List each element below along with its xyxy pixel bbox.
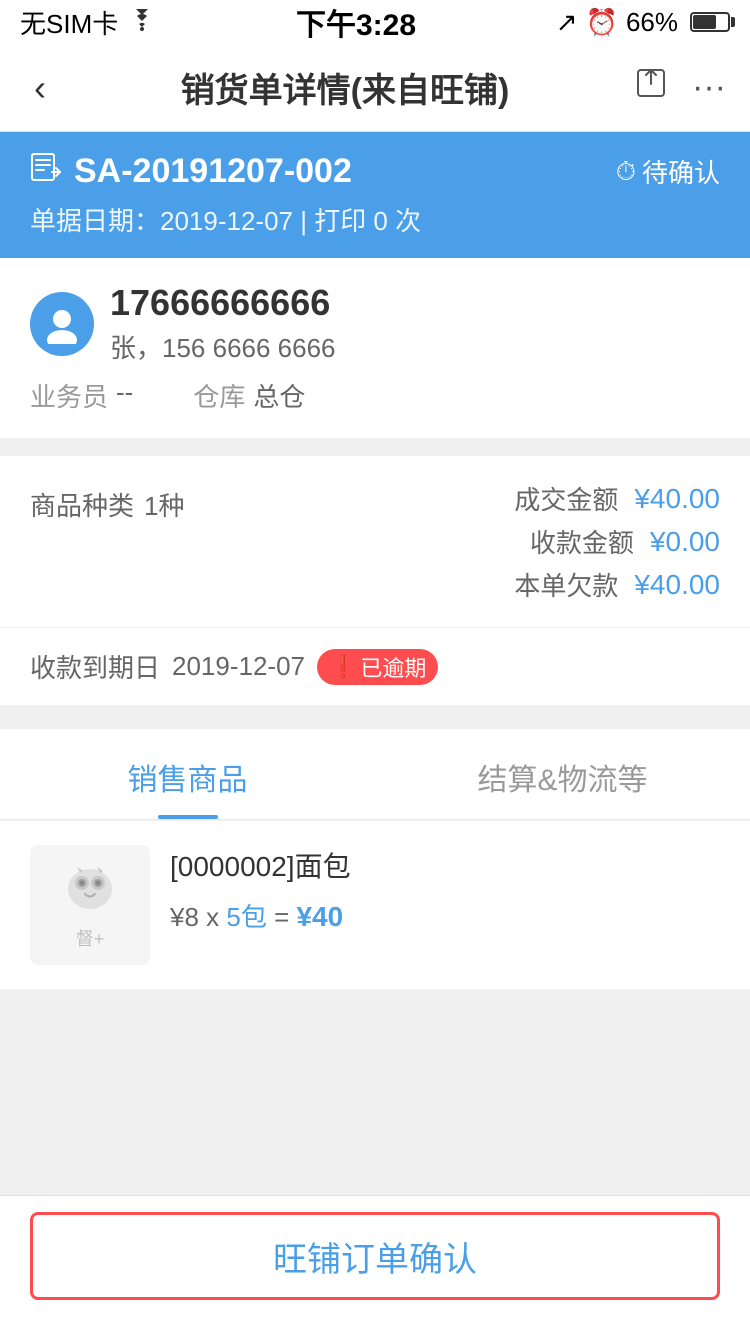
tab-settlement[interactable]: 结算&物流等 <box>375 729 750 819</box>
order-status-badge: ⏱ 待确认 <box>616 153 720 190</box>
back-button[interactable]: ‹ <box>24 57 56 119</box>
received-label: 收款金额 <box>530 523 634 560</box>
wifi-icon <box>128 7 156 38</box>
transaction-value: ¥40.00 <box>634 483 720 515</box>
amounts-section: 商品种类 1种 成交金额 ¥40.00 收款金额 ¥0.00 本单欠款 ¥40.… <box>0 455 750 628</box>
product-types-value: 1种 <box>144 486 184 523</box>
status-bar: 无SIM卡 下午3:28 ↗ ⏰ 66% <box>0 0 750 44</box>
product-total: ¥40 <box>296 901 343 932</box>
product-equals: = <box>267 902 297 932</box>
salesperson-value: -- <box>116 377 133 414</box>
salesperson-label: 业务员 <box>30 377 108 414</box>
overdue-text: 已逾期 <box>360 651 426 683</box>
due-date-value: 2019-12-07 <box>172 651 305 682</box>
carrier-text: 无SIM卡 <box>20 4 118 41</box>
avatar <box>30 292 94 356</box>
product-types-label: 商品种类 <box>30 486 134 523</box>
product-logo-owl <box>60 859 120 921</box>
nav-actions: ··· <box>634 66 726 109</box>
share-icon[interactable] <box>634 66 668 109</box>
customer-phone: 17666666666 <box>110 282 336 324</box>
transaction-label: 成交金额 <box>514 480 618 517</box>
product-section: 督+ [0000002]面包 ¥8 x 5包 = ¥40 <box>0 821 750 990</box>
product-thumbnail: 督+ <box>30 845 150 965</box>
status-left: 无SIM卡 <box>20 4 156 41</box>
location-icon: ↗ <box>556 7 578 38</box>
warehouse-label: 仓库 <box>193 377 245 414</box>
received-amount-row: 收款金额 ¥0.00 <box>530 523 720 560</box>
owed-value: ¥40.00 <box>634 569 720 601</box>
product-types: 商品种类 1种 <box>30 480 184 523</box>
warehouse-value: 总仓 <box>253 377 305 414</box>
warning-icon: ❗ <box>329 654 356 680</box>
battery-text: 66% <box>626 7 678 38</box>
product-info: [0000002]面包 ¥8 x 5包 = ¥40 <box>170 845 720 934</box>
product-price-row: ¥8 x 5包 = ¥40 <box>170 897 720 934</box>
product-name: [0000002]面包 <box>170 845 720 885</box>
order-header-banner: SA-20191207-002 ⏱ 待确认 单据日期：2019-12-07 | … <box>0 132 750 258</box>
customer-meta: 业务员 -- 仓库 总仓 <box>30 377 720 414</box>
tab-products[interactable]: 销售商品 <box>0 729 375 819</box>
product-logo-text: 督+ <box>60 925 120 951</box>
page-title: 销货单详情(来自旺铺) <box>56 63 634 112</box>
confirm-order-button[interactable]: 旺铺订单确认 <box>30 1212 720 1300</box>
received-value: ¥0.00 <box>650 526 720 558</box>
battery-icon <box>690 12 730 32</box>
divider-1 <box>0 439 750 455</box>
order-doc-icon <box>30 152 64 191</box>
bottom-area: 旺铺订单确认 <box>0 1195 750 1334</box>
status-right: ↗ ⏰ 66% <box>556 7 730 38</box>
clock-icon: ⏱ <box>616 156 636 188</box>
tabs-section: 销售商品 结算&物流等 <box>0 729 750 820</box>
order-date: 单据日期：2019-12-07 | 打印 0 次 <box>30 201 720 238</box>
amounts-right: 成交金额 ¥40.00 收款金额 ¥0.00 本单欠款 ¥40.00 <box>514 480 720 603</box>
warehouse-item: 仓库 总仓 <box>193 377 305 414</box>
product-item: 督+ [0000002]面包 ¥8 x 5包 = ¥40 <box>0 821 750 990</box>
owed-label: 本单欠款 <box>514 566 618 603</box>
nav-bar: ‹ 销货单详情(来自旺铺) ··· <box>0 44 750 132</box>
more-icon[interactable]: ··· <box>692 68 726 107</box>
time-display: 下午3:28 <box>296 0 416 44</box>
owed-amount-row: 本单欠款 ¥40.00 <box>514 566 720 603</box>
product-qty: 5包 <box>226 902 266 932</box>
product-price: ¥8 x <box>170 902 226 932</box>
order-id: SA-20191207-002 <box>30 152 352 191</box>
divider-2 <box>0 713 750 729</box>
customer-section: 17666666666 张，156 6666 6666 业务员 -- 仓库 总仓 <box>0 258 750 439</box>
due-date-label: 收款到期日 <box>30 648 160 685</box>
due-date-section: 收款到期日 2019-12-07 ❗ 已逾期 <box>0 628 750 713</box>
salesperson-item: 业务员 -- <box>30 377 133 414</box>
overdue-badge: ❗ 已逾期 <box>317 649 438 685</box>
alarm-icon: ⏰ <box>586 7 618 38</box>
transaction-amount-row: 成交金额 ¥40.00 <box>514 480 720 517</box>
customer-name: 张，156 6666 6666 <box>110 328 336 365</box>
